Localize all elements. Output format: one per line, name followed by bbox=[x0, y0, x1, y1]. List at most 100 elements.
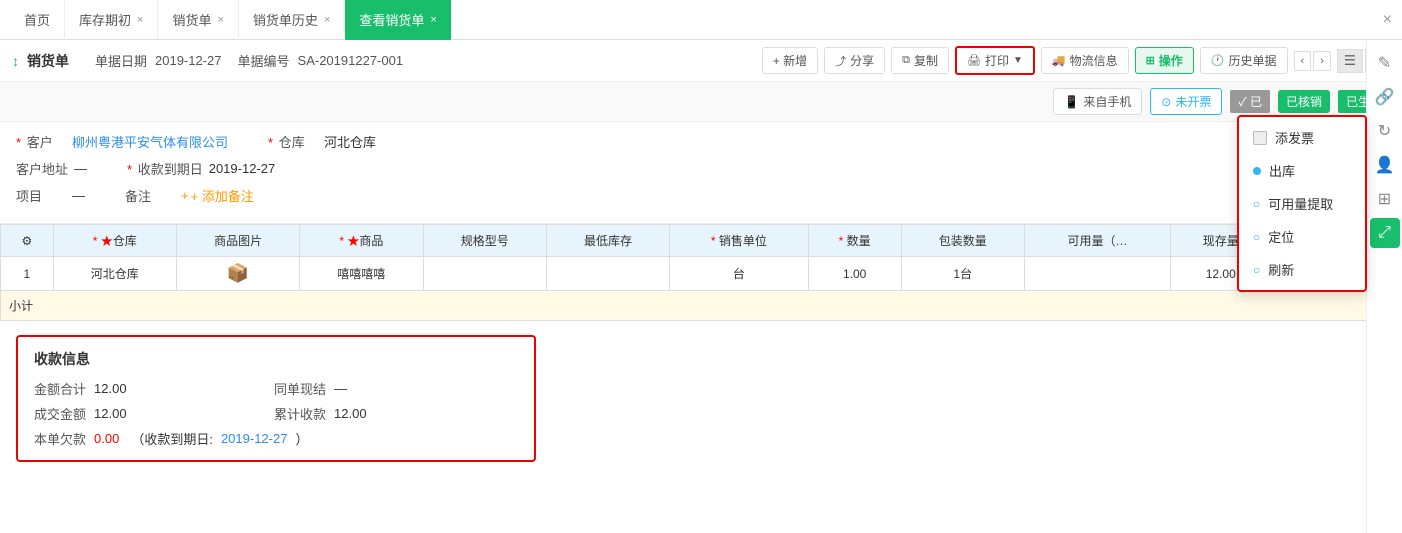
copy-icon: ⧉ bbox=[902, 54, 910, 67]
col-spec: 规格型号 bbox=[423, 225, 546, 257]
col-product-img: 商品图片 bbox=[176, 225, 299, 257]
doc-number-value: SA-20191227-001 bbox=[298, 53, 404, 68]
copy-button[interactable]: ⧉ 复制 bbox=[891, 47, 949, 74]
customer-field: * 客户 柳州粤港平安气体有限公司 bbox=[16, 132, 228, 151]
grid-icon: ⊞ bbox=[1146, 54, 1155, 67]
cell-qty: 1.00 bbox=[808, 257, 901, 291]
cell-pack-qty: 1台 bbox=[901, 257, 1024, 291]
warehouse-field: * 仓库 河北仓库 bbox=[268, 132, 376, 151]
col-warehouse: * ★仓库 bbox=[53, 225, 176, 257]
sidebar-edit-icon[interactable]: ✎ bbox=[1370, 48, 1400, 78]
project-value: — bbox=[72, 188, 85, 203]
items-table: ⚙ * ★仓库 商品图片 * ★商品 规格型号 最低库存 * 销售单位 * 数量… bbox=[0, 224, 1402, 321]
doc-type-icon: ↕ bbox=[12, 53, 19, 69]
same-order-settlement-row: 同单现结 — bbox=[274, 379, 494, 398]
not-open-button[interactable]: ⊙ 未开票 bbox=[1150, 88, 1222, 115]
dropdown-outbound[interactable]: 出库 bbox=[1239, 154, 1365, 187]
dropdown-available-qty[interactable]: ○ 可用量提取 bbox=[1239, 187, 1365, 220]
gear-icon: ⚙ bbox=[21, 234, 32, 248]
logistics-button[interactable]: 🚚 物流信息 bbox=[1041, 47, 1129, 74]
cell-warehouse: 河北仓库 bbox=[53, 257, 176, 291]
history-button[interactable]: 🕐 历史单据 bbox=[1200, 47, 1288, 74]
square-icon bbox=[1253, 131, 1267, 145]
payment-due-field: * 收款到期日 2019-12-27 bbox=[127, 159, 275, 178]
sold-badge: 已核销 bbox=[1278, 90, 1330, 113]
global-close-button[interactable]: × bbox=[1383, 11, 1392, 29]
sidebar-link-icon[interactable]: 🔗 bbox=[1370, 82, 1400, 112]
new-button[interactable]: + 新增 bbox=[762, 47, 818, 74]
sidebar-refresh-icon[interactable]: ↻ bbox=[1370, 116, 1400, 146]
tab-view-sales[interactable]: 查看销货单 × bbox=[345, 0, 451, 40]
tab-bar: 首页 库存期初 × 销货单 × 销货单历史 × 查看销货单 × × bbox=[0, 0, 1402, 40]
confirm-badge: ✓ 已 bbox=[1230, 90, 1270, 113]
sidebar-grid-icon[interactable]: ⊞ bbox=[1370, 184, 1400, 214]
next-button[interactable]: › bbox=[1313, 51, 1331, 71]
dropdown-locate[interactable]: ○ 定位 bbox=[1239, 220, 1365, 253]
tab-sales-history[interactable]: 销货单历史 × bbox=[239, 0, 345, 40]
cell-min-stock bbox=[546, 257, 669, 291]
dropdown-add-invoice[interactable]: 添发票 bbox=[1239, 121, 1365, 154]
blue-dot-icon bbox=[1253, 167, 1261, 175]
payment-date-value: 2019-12-27 bbox=[221, 431, 288, 446]
print-button[interactable]: 🖨 打印 ▼ bbox=[955, 46, 1035, 75]
form-row-2: 客户地址 — * 收款到期日 2019-12-27 * 票据类型 不开票 bbox=[16, 159, 1386, 178]
right-sidebar: ✎ 🔗 ↻ 👤 ⊞ ⤢ bbox=[1366, 40, 1402, 533]
doc-date-value: 2019-12-27 bbox=[155, 53, 222, 68]
form-row-3: 项目 — 备注 + + 添加备注 * 业务员孟 — bbox=[16, 186, 1386, 205]
plus-icon: + bbox=[181, 188, 189, 203]
circle-outline-icon-3: ○ bbox=[1253, 263, 1260, 277]
project-field: 项目 — bbox=[16, 186, 85, 205]
tab-inventory-init[interactable]: 库存期初 × bbox=[65, 0, 158, 40]
col-product: * ★商品 bbox=[300, 225, 423, 257]
sidebar-expand-icon[interactable]: ⤢ bbox=[1370, 218, 1400, 248]
col-min-stock: 最低库存 bbox=[546, 225, 669, 257]
tab-sales-order[interactable]: 销货单 × bbox=[158, 0, 238, 40]
ticket-icon: ⊙ bbox=[1161, 95, 1171, 109]
current-due-value: 0.00 bbox=[94, 431, 119, 446]
history-icon: 🕐 bbox=[1211, 54, 1225, 67]
amount-total-value: 12.00 bbox=[94, 381, 127, 396]
table-row: 1 河北仓库 📦 嘻嘻嘻嘻 台 1.00 1台 12.00 0. bbox=[1, 257, 1402, 291]
payment-section: 收款信息 金额合计 12.00 同单现结 — 成交金额 12.00 累计收款 1… bbox=[16, 335, 536, 462]
from-phone-button[interactable]: 📱 来自手机 bbox=[1053, 88, 1142, 115]
note-field: 备注 + + 添加备注 bbox=[125, 186, 254, 205]
print-dropdown-arrow: ▼ bbox=[1013, 55, 1023, 66]
cell-row-num: 1 bbox=[1, 257, 54, 291]
payment-title: 收款信息 bbox=[34, 349, 518, 369]
print-icon: 🖨 bbox=[967, 54, 981, 67]
close-sales-history[interactable]: × bbox=[324, 14, 330, 26]
sidebar-user-icon[interactable]: 👤 bbox=[1370, 150, 1400, 180]
cell-available-qty bbox=[1024, 257, 1170, 291]
transaction-amount-row: 成交金额 12.00 bbox=[34, 404, 254, 423]
subtotal-label: 小计 bbox=[1, 291, 1402, 321]
phone-icon: 📱 bbox=[1064, 95, 1079, 109]
doc-meta: 单据日期 2019-12-27 单据编号 SA-20191227-001 bbox=[95, 51, 756, 70]
current-due-row: 本单欠款 0.00 （收款到期日: 2019-12-27 ） bbox=[34, 429, 494, 448]
cumulative-receipt-row: 累计收款 12.00 bbox=[274, 404, 494, 423]
tab-home[interactable]: 首页 bbox=[10, 0, 65, 40]
close-sales-order[interactable]: × bbox=[217, 14, 223, 26]
customer-value[interactable]: 柳州粤港平安气体有限公司 bbox=[72, 132, 228, 151]
share-button[interactable]: ⤴ 分享 bbox=[824, 47, 885, 74]
layout-list-button[interactable]: ☰ bbox=[1337, 49, 1363, 73]
subtotal-row: 小计 bbox=[1, 291, 1402, 321]
close-inventory-init[interactable]: × bbox=[137, 14, 143, 26]
amount-total-row: 金额合计 12.00 bbox=[34, 379, 254, 398]
operation-button[interactable]: ⊞ 操作 bbox=[1135, 47, 1194, 74]
add-note-button[interactable]: + + 添加备注 bbox=[181, 186, 254, 205]
table-container: ⚙ * ★仓库 商品图片 * ★商品 规格型号 最低库存 * 销售单位 * 数量… bbox=[0, 224, 1402, 321]
circle-outline-icon-2: ○ bbox=[1253, 230, 1260, 244]
col-available-qty: 可用量（… bbox=[1024, 225, 1170, 257]
table-header-row: ⚙ * ★仓库 商品图片 * ★商品 规格型号 最低库存 * 销售单位 * 数量… bbox=[1, 225, 1402, 257]
prev-button[interactable]: ‹ bbox=[1294, 51, 1312, 71]
doc-date-label: 单据日期 2019-12-27 bbox=[95, 51, 222, 70]
main-content: ↕ 销货单 单据日期 2019-12-27 单据编号 SA-20191227-0… bbox=[0, 40, 1402, 533]
address-field: 客户地址 — bbox=[16, 159, 87, 178]
cell-product-img: 📦 bbox=[176, 257, 299, 291]
col-qty: * 数量 bbox=[808, 225, 901, 257]
cumulative-receipt-value: 12.00 bbox=[334, 406, 367, 421]
close-view-sales[interactable]: × bbox=[430, 14, 436, 26]
dropdown-refresh[interactable]: ○ 刷新 bbox=[1239, 253, 1365, 286]
same-order-settlement-value: — bbox=[334, 381, 347, 396]
cell-sales-unit: 台 bbox=[670, 257, 809, 291]
